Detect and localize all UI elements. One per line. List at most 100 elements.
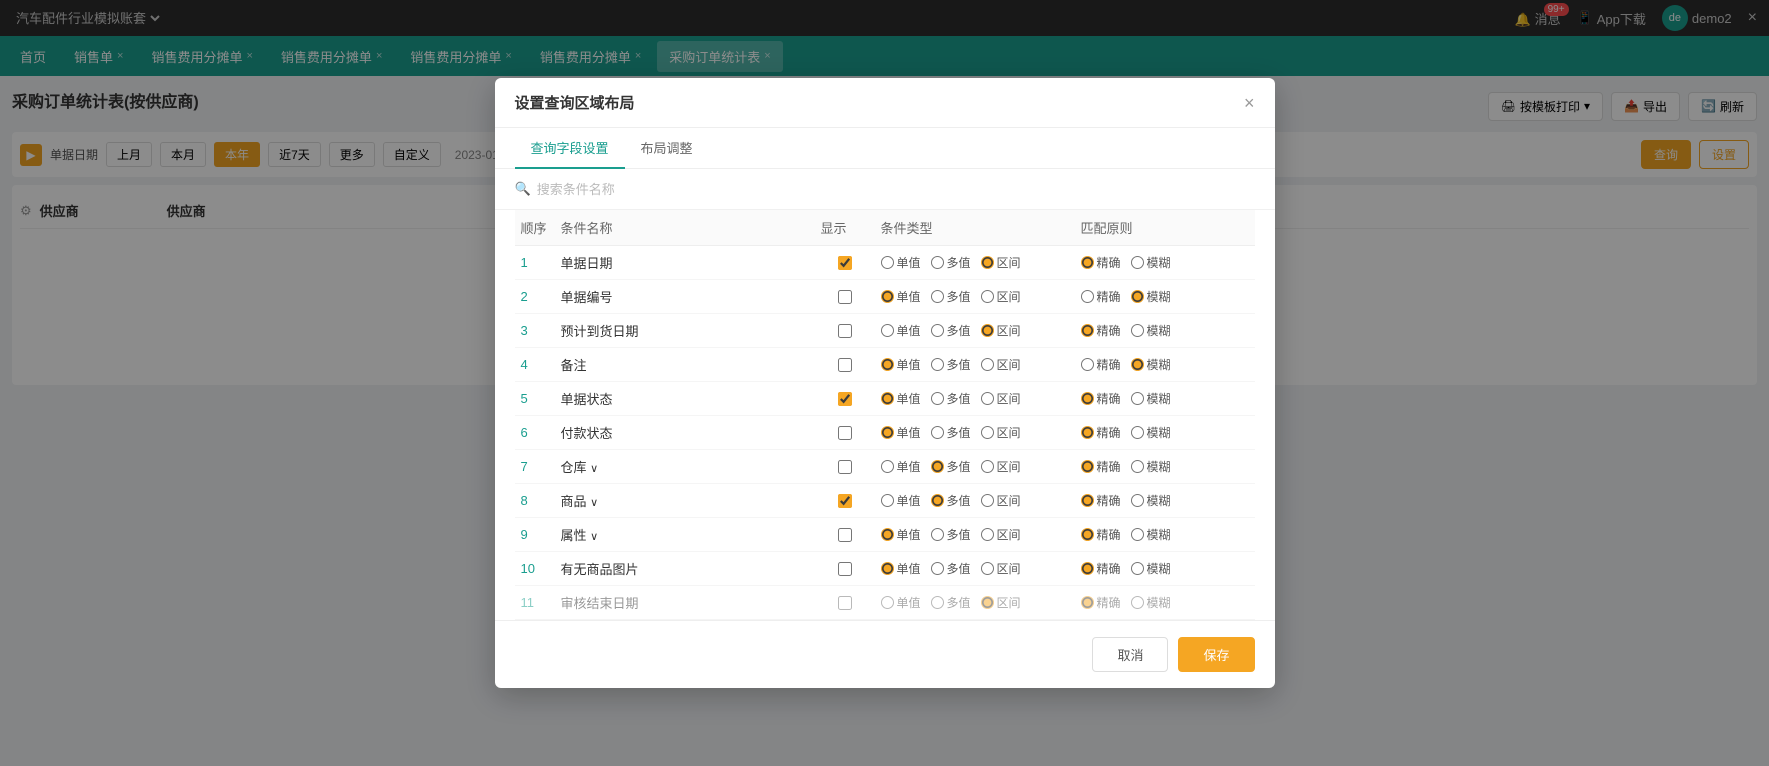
radio-single-6[interactable]: 单值 [881,458,921,475]
row-num: 2 [515,280,555,314]
radio-exact[interactable]: 精确 [1081,594,1121,611]
radio-single-1[interactable]: 单值 [881,288,921,305]
search-icon: 🔍 [515,181,531,197]
radio-fuzzy-3[interactable]: 模糊 [1131,356,1171,373]
row-show[interactable] [815,348,875,382]
row-num: 9 [515,518,555,552]
radio-fuzzy-8[interactable]: 模糊 [1131,526,1171,543]
search-input[interactable] [537,182,1255,197]
radio-fuzzy-7[interactable]: 模糊 [1131,492,1171,509]
row-num: 3 [515,314,555,348]
radio-range-3[interactable]: 区间 [981,356,1021,373]
row-match: 精确 模糊 [1075,552,1255,586]
radio-multi-4[interactable]: 多值 [931,390,971,407]
radio-multi-5[interactable]: 多值 [931,424,971,441]
radio-multi-9[interactable]: 多值 [931,560,971,577]
radio-single-9[interactable]: 单值 [881,560,921,577]
row-show[interactable] [815,484,875,518]
cancel-btn[interactable]: 取消 [1092,637,1168,672]
row-match: 精确 模糊 [1075,280,1255,314]
radio-range-7[interactable]: 区间 [981,492,1021,509]
radio-fuzzy-1[interactable]: 模糊 [1131,288,1171,305]
radio-exact-1[interactable]: 精确 [1081,288,1121,305]
radio-range-0[interactable]: 区间 [981,254,1021,271]
row-name: 审核结束日期 [555,586,815,620]
radio-fuzzy-6[interactable]: 模糊 [1131,458,1171,475]
row-show[interactable] [815,314,875,348]
radio-single-3[interactable]: 单值 [881,356,921,373]
table-row: 6 付款状态 单值 多值 区间 精确 模糊 [515,416,1255,450]
radio-range-8[interactable]: 区间 [981,526,1021,543]
radio-multi-6[interactable]: 多值 [931,458,971,475]
radio-fuzzy-5[interactable]: 模糊 [1131,424,1171,441]
col-header-type: 条件类型 [875,210,1075,246]
row-show[interactable] [815,246,875,280]
row-type: 单值 多值 区间 [875,518,1075,552]
radio-fuzzy-2[interactable]: 模糊 [1131,322,1171,339]
radio-single-2[interactable]: 单值 [881,322,921,339]
row-match: 精确 模糊 [1075,450,1255,484]
col-header-num: 顺序 [515,210,555,246]
radio-single[interactable]: 单值 [881,594,921,611]
row-name: 商品 ∨ [555,484,815,518]
radio-single-5[interactable]: 单值 [881,424,921,441]
radio-multi-7[interactable]: 多值 [931,492,971,509]
col-header-name: 条件名称 [555,210,815,246]
radio-range[interactable]: 区间 [981,594,1021,611]
dialog-header: 设置查询区域布局 × [495,78,1275,128]
row-num: 7 [515,450,555,484]
row-show[interactable] [815,416,875,450]
row-match: 精确 模糊 [1075,416,1255,450]
row-match: 精确 模糊 [1075,484,1255,518]
radio-range-5[interactable]: 区间 [981,424,1021,441]
radio-exact-6[interactable]: 精确 [1081,458,1121,475]
row-show[interactable] [815,382,875,416]
row-num: 5 [515,382,555,416]
radio-single-7[interactable]: 单值 [881,492,921,509]
radio-range-4[interactable]: 区间 [981,390,1021,407]
radio-multi-0[interactable]: 多值 [931,254,971,271]
radio-multi[interactable]: 多值 [931,594,971,611]
row-match: 精确 模糊 [1075,586,1255,620]
row-type: 单值 多值 区间 [875,416,1075,450]
radio-exact-4[interactable]: 精确 [1081,390,1121,407]
radio-single-4[interactable]: 单值 [881,390,921,407]
radio-exact-8[interactable]: 精确 [1081,526,1121,543]
radio-exact-0[interactable]: 精确 [1081,254,1121,271]
radio-range-1[interactable]: 区间 [981,288,1021,305]
table-row: 3 预计到货日期 单值 多值 区间 精确 模糊 [515,314,1255,348]
radio-single-8[interactable]: 单值 [881,526,921,543]
radio-range-6[interactable]: 区间 [981,458,1021,475]
row-show[interactable] [815,586,875,620]
radio-range-2[interactable]: 区间 [981,322,1021,339]
dialog-close-btn[interactable]: × [1244,94,1255,112]
radio-multi-8[interactable]: 多值 [931,526,971,543]
radio-fuzzy-4[interactable]: 模糊 [1131,390,1171,407]
dialog-table-wrap: 顺序 条件名称 显示 条件类型 匹配原则 1 单据日期 单值 多值 区间 [495,210,1275,620]
radio-single-0[interactable]: 单值 [881,254,921,271]
radio-fuzzy-9[interactable]: 模糊 [1131,560,1171,577]
row-show[interactable] [815,280,875,314]
radio-exact-5[interactable]: 精确 [1081,424,1121,441]
tab-layout-adjust[interactable]: 布局调整 [625,128,709,169]
radio-exact-2[interactable]: 精确 [1081,322,1121,339]
row-num: 1 [515,246,555,280]
table-row: 7 仓库 ∨ 单值 多值 区间 精确 模糊 [515,450,1255,484]
radio-exact-7[interactable]: 精确 [1081,492,1121,509]
row-show[interactable] [815,450,875,484]
row-name: 单据日期 [555,246,815,280]
radio-fuzzy-0[interactable]: 模糊 [1131,254,1171,271]
row-show[interactable] [815,518,875,552]
radio-fuzzy[interactable]: 模糊 [1131,594,1171,611]
radio-range-9[interactable]: 区间 [981,560,1021,577]
radio-multi-2[interactable]: 多值 [931,322,971,339]
row-type: 单值 多值 区间 [875,314,1075,348]
radio-multi-1[interactable]: 多值 [931,288,971,305]
row-show[interactable] [815,552,875,586]
save-btn[interactable]: 保存 [1178,637,1254,672]
tab-query-fields[interactable]: 查询字段设置 [515,128,625,169]
radio-exact-9[interactable]: 精确 [1081,560,1121,577]
radio-multi-3[interactable]: 多值 [931,356,971,373]
radio-exact-3[interactable]: 精确 [1081,356,1121,373]
table-row: 10 有无商品图片 单值 多值 区间 精确 模糊 [515,552,1255,586]
